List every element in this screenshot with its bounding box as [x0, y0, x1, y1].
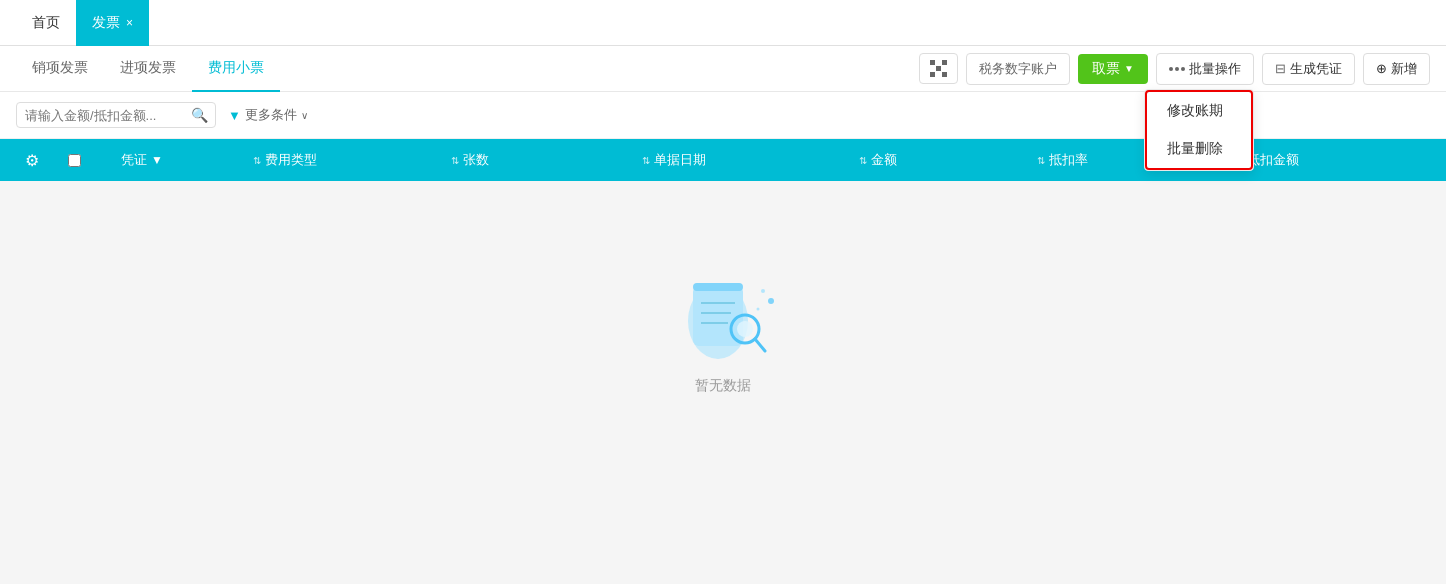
svg-point-11: [757, 308, 760, 311]
add-button[interactable]: ⊕ 新增: [1363, 53, 1430, 85]
svg-rect-2: [693, 283, 743, 291]
sub-nav-right: 税务数字账户 取票 ▼ 批量操作 修改账期 批量删除 ⊟ 生成凭证: [919, 53, 1430, 85]
date-sort-icon[interactable]: ⇅: [642, 155, 650, 166]
batch-operation-container: 批量操作 修改账期 批量删除: [1156, 53, 1254, 85]
more-filter-button[interactable]: ▼ 更多条件 ∨: [228, 106, 308, 124]
home-nav-item[interactable]: 首页: [16, 14, 76, 32]
svg-point-7: [737, 321, 753, 337]
amount-sort-icon[interactable]: ⇅: [859, 155, 867, 166]
tab-close-icon[interactable]: ×: [126, 16, 133, 30]
th-date: ⇅ 单据日期: [563, 151, 785, 169]
expense-sort-up-icon[interactable]: ⇅: [253, 155, 261, 166]
sub-nav: 销项发票 进项发票 费用小票 税务数字账户 取票 ▼ 批量操作: [0, 46, 1446, 92]
invoice-tab[interactable]: 发票 ×: [76, 0, 149, 46]
take-arrow-icon: ▼: [1124, 63, 1134, 74]
th-settings: ⚙: [8, 151, 56, 170]
batch-dropdown-menu: 修改账期 批量删除: [1144, 89, 1254, 171]
th-count: ⇅ 张数: [377, 151, 562, 169]
search-input[interactable]: [25, 108, 185, 123]
dropdown-menu-inner: 修改账期 批量删除: [1145, 90, 1253, 170]
settings-icon[interactable]: ⚙: [25, 151, 39, 170]
search-icon[interactable]: 🔍: [191, 107, 208, 123]
svg-line-8: [755, 339, 765, 351]
sub-nav-purchase[interactable]: 进项发票: [104, 46, 192, 92]
empty-icon: [663, 261, 783, 361]
qr-button[interactable]: [919, 53, 958, 84]
voucher-icon: ⊟: [1275, 61, 1286, 76]
select-all-checkbox[interactable]: [68, 154, 81, 167]
batch-operation-button[interactable]: 批量操作: [1156, 53, 1254, 85]
svg-point-10: [768, 298, 774, 304]
take-invoice-button[interactable]: 取票 ▼: [1078, 54, 1148, 84]
qr-icon: [930, 60, 947, 77]
filter-chevron-icon: ∨: [301, 110, 308, 121]
tax-account-button[interactable]: 税务数字账户: [966, 53, 1070, 85]
top-nav: 首页 发票 ×: [0, 0, 1446, 46]
voucher-filter-icon[interactable]: ▼: [151, 153, 163, 167]
filter-icon: ▼: [228, 108, 241, 123]
svg-rect-1: [693, 286, 743, 346]
th-amount: ⇅ 金额: [785, 151, 970, 169]
dropdown-item-batch-delete[interactable]: 批量删除: [1147, 130, 1251, 168]
batch-icon: [1169, 67, 1185, 71]
th-expense: ⇅ 费用类型: [192, 151, 377, 169]
th-voucher: 凭证 ▼: [92, 151, 192, 169]
sub-nav-expense[interactable]: 费用小票: [192, 46, 280, 92]
th-rate: ⇅ 抵扣率: [970, 151, 1155, 169]
sub-nav-sales[interactable]: 销项发票: [16, 46, 104, 92]
search-wrap: 🔍: [16, 102, 216, 128]
dropdown-item-change-period[interactable]: 修改账期: [1147, 92, 1251, 130]
count-sort-icon[interactable]: ⇅: [451, 155, 459, 166]
generate-voucher-button[interactable]: ⊟ 生成凭证: [1262, 53, 1355, 85]
th-checkbox: [56, 154, 92, 167]
invoice-tab-label: 发票: [92, 14, 120, 32]
sub-nav-left: 销项发票 进项发票 费用小票: [16, 46, 280, 92]
rate-sort-icon[interactable]: ⇅: [1037, 155, 1045, 166]
empty-state: 暂无数据: [0, 181, 1446, 455]
empty-text: 暂无数据: [695, 377, 751, 395]
add-icon: ⊕: [1376, 61, 1387, 76]
svg-point-9: [761, 289, 765, 293]
